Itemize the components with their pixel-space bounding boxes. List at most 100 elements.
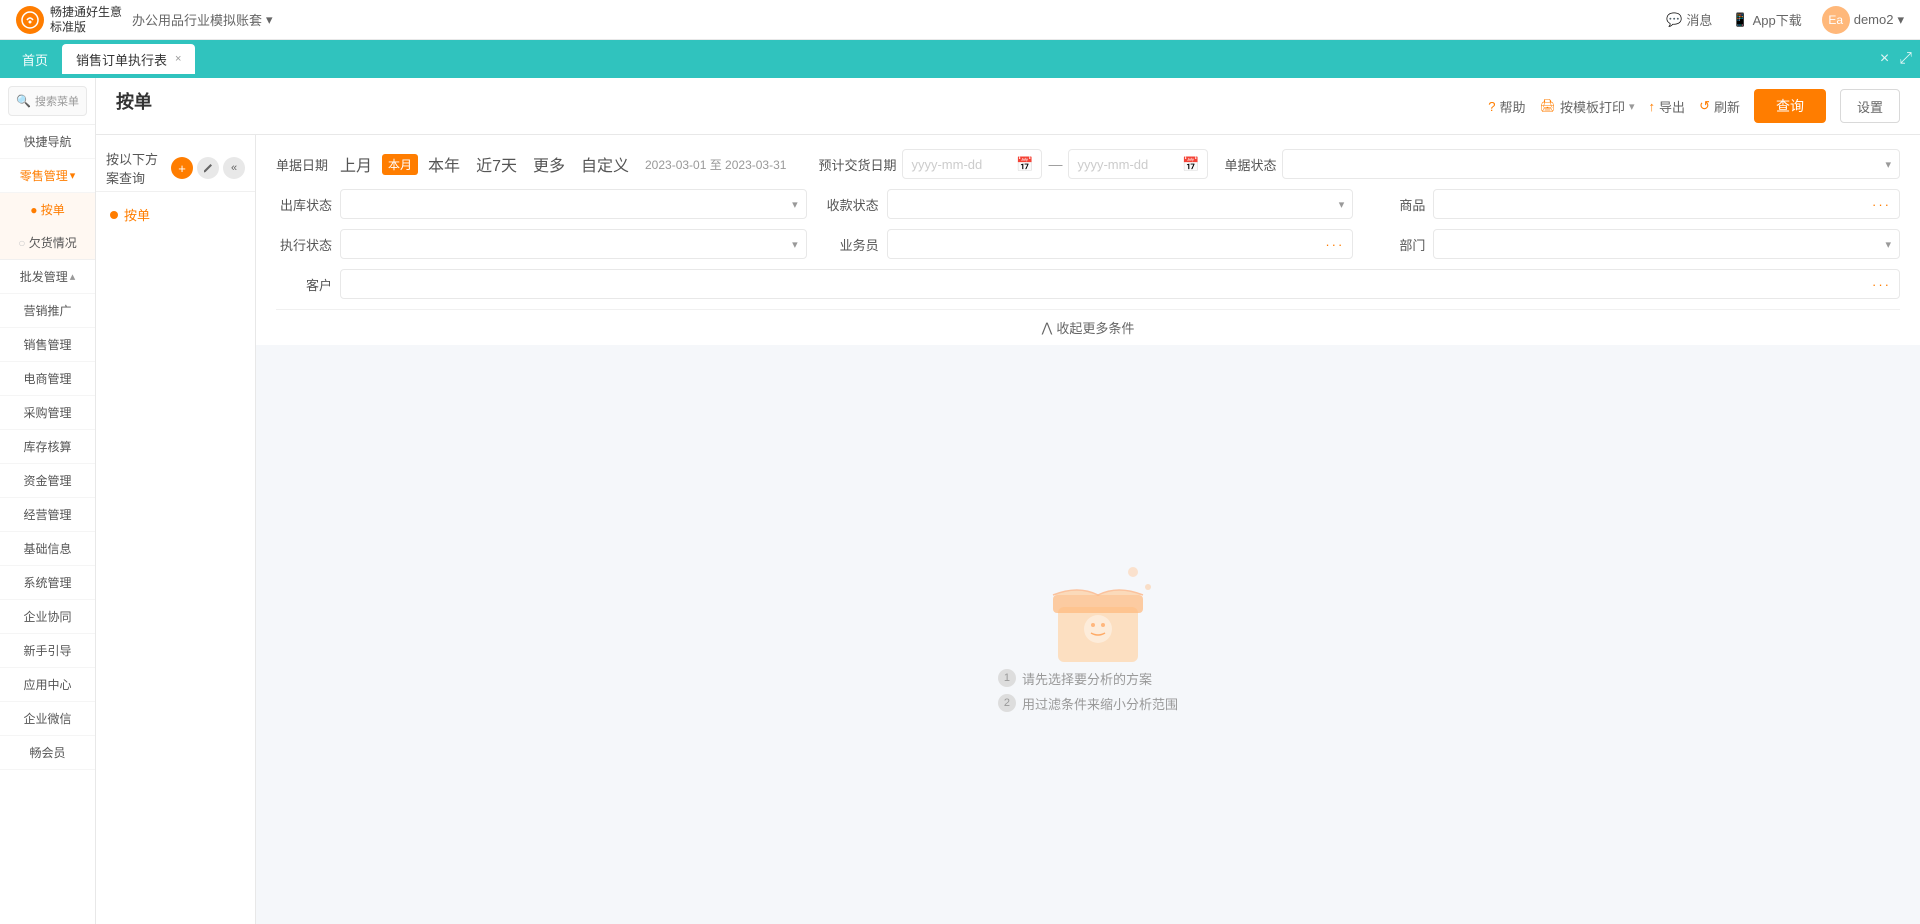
sidebar-item-inventory[interactable]: 库存核算 bbox=[0, 430, 95, 464]
avatar: Ea bbox=[1822, 6, 1850, 34]
dept-arrow-icon: ▾ bbox=[1885, 238, 1891, 251]
customer-select[interactable]: ··· bbox=[340, 269, 1900, 299]
sidebar-quick-nav[interactable]: 快捷导航 bbox=[0, 125, 95, 159]
collection-select[interactable]: ▾ bbox=[887, 189, 1354, 219]
empty-tips: 1 请先选择要分析的方案 2 用过滤条件来缩小分析范围 bbox=[998, 669, 1178, 713]
query-button[interactable]: 查询 bbox=[1754, 89, 1826, 123]
export-icon: ↑ bbox=[1649, 99, 1656, 114]
out-stock-label: 出库状态 bbox=[276, 195, 332, 214]
shortcut-last-month[interactable]: 上月 bbox=[334, 150, 378, 178]
sidebar-item-ecommerce[interactable]: 电商管理 bbox=[0, 362, 95, 396]
export-btn[interactable]: ↑ 导出 bbox=[1649, 97, 1686, 116]
user-chevron-icon: ▾ bbox=[1897, 12, 1904, 28]
customer-label: 客户 bbox=[276, 275, 332, 294]
page-title: 按单 bbox=[116, 88, 152, 124]
logo: 畅捷通好生意 标准版 bbox=[16, 5, 122, 34]
empty-illustration bbox=[1038, 557, 1138, 657]
fold-conditions-btn[interactable]: ⋀ 收起更多条件 bbox=[276, 309, 1900, 345]
sidebar-item-wholesale[interactable]: 批发管理 ▴ bbox=[0, 260, 95, 294]
edit-scheme-btn[interactable] bbox=[197, 157, 219, 179]
date-label: 单据日期 bbox=[276, 155, 328, 174]
app-download-btn[interactable]: 📱 App下载 bbox=[1732, 10, 1801, 29]
filter-dept: 部门 ▾ bbox=[1369, 229, 1900, 259]
sidebar-sub-item-by-order[interactable]: ● 按单 bbox=[0, 193, 95, 226]
print-btn[interactable]: 🖨 按模板打印 ▾ bbox=[1539, 97, 1634, 116]
tab-close-btn[interactable]: × bbox=[175, 53, 181, 65]
setting-button[interactable]: 设置 bbox=[1840, 89, 1900, 123]
collection-arrow-icon: ▾ bbox=[1339, 198, 1345, 211]
tab-expand-btn[interactable]: ⤢ bbox=[1899, 50, 1912, 68]
shortcut-7days[interactable]: 近7天 bbox=[470, 150, 523, 178]
status-arrow-icon: ▾ bbox=[1885, 158, 1891, 171]
date-dash: — bbox=[1048, 156, 1062, 172]
empty-tip-2: 2 用过滤条件来缩小分析范围 bbox=[998, 694, 1178, 713]
sidebar-sub-item-owe-goods[interactable]: ○ 欠货情况 bbox=[0, 226, 95, 259]
filter-collection: 收款状态 ▾ bbox=[823, 189, 1354, 219]
sidebar-item-operation[interactable]: 经营管理 bbox=[0, 498, 95, 532]
sidebar-item-wechat[interactable]: 企业微信 bbox=[0, 702, 95, 736]
shortcut-this-year[interactable]: 本年 bbox=[422, 150, 466, 178]
shortcut-more[interactable]: 更多 bbox=[527, 150, 571, 178]
sidebar-item-member[interactable]: 畅会员 bbox=[0, 736, 95, 770]
logo-icon bbox=[16, 6, 44, 34]
sidebar-item-purchase[interactable]: 采购管理 bbox=[0, 396, 95, 430]
filter-panel: 单据日期 上月 本月 本年 近7天 更多 自定义 2023-03-01 至 20… bbox=[256, 135, 1920, 345]
tab-sales-order[interactable]: 销售订单执行表 × bbox=[62, 44, 195, 74]
panel-title: 按以下方案查询 bbox=[106, 149, 165, 187]
sidebar-item-app-center[interactable]: 应用中心 bbox=[0, 668, 95, 702]
search-icon: 🔍 bbox=[16, 94, 31, 108]
help-icon: ? bbox=[1488, 99, 1495, 114]
customer-dots-icon: ··· bbox=[1872, 277, 1891, 292]
shortcut-this-month[interactable]: 本月 bbox=[382, 154, 418, 175]
dept-select[interactable]: ▾ bbox=[1433, 229, 1900, 259]
scheme-item-by-order[interactable]: 按单 bbox=[96, 198, 255, 231]
user-menu[interactable]: Ea demo2 ▾ bbox=[1822, 6, 1904, 34]
sidebar-item-finance[interactable]: 资金管理 bbox=[0, 464, 95, 498]
sidebar-item-retail[interactable]: 零售管理 ▾ bbox=[0, 159, 95, 193]
fold-icon: ⋀ bbox=[1042, 320, 1053, 336]
collapse-panel-btn[interactable]: « bbox=[223, 157, 245, 179]
refresh-btn[interactable]: ↺ 刷新 bbox=[1699, 97, 1740, 116]
sidebar-item-sales[interactable]: 销售管理 bbox=[0, 328, 95, 362]
predicted-date-end[interactable]: yyyy-mm-dd 📅 bbox=[1068, 149, 1208, 179]
goods-dots-icon: ··· bbox=[1872, 197, 1891, 212]
salesman-select[interactable]: ··· bbox=[887, 229, 1354, 259]
exec-status-select[interactable]: ▾ bbox=[340, 229, 807, 259]
exec-status-arrow-icon: ▾ bbox=[792, 238, 798, 251]
sidebar-item-enterprise[interactable]: 企业协同 bbox=[0, 600, 95, 634]
cal-start-icon: 📅 bbox=[1016, 156, 1033, 173]
tab-close-window-btn[interactable]: × bbox=[1880, 50, 1889, 68]
sidebar-item-marketing[interactable]: 营销推广 bbox=[0, 294, 95, 328]
empty-tip-1: 1 请先选择要分析的方案 bbox=[998, 669, 1178, 688]
message-btn[interactable]: 💬 消息 bbox=[1666, 10, 1712, 29]
date-range-text: 2023-03-01 至 2023-03-31 bbox=[645, 156, 786, 173]
tab-home[interactable]: 首页 bbox=[8, 44, 62, 74]
status-select[interactable]: ▾ bbox=[1282, 149, 1900, 179]
shortcut-custom[interactable]: 自定义 bbox=[575, 150, 635, 178]
cal-end-icon: 📅 bbox=[1182, 156, 1199, 173]
predicted-date-start[interactable]: yyyy-mm-dd 📅 bbox=[902, 149, 1042, 179]
add-scheme-btn[interactable]: + bbox=[171, 157, 193, 179]
breadcrumb[interactable]: 办公用品行业模拟账套 ▾ bbox=[132, 10, 273, 29]
sidebar-item-system[interactable]: 系统管理 bbox=[0, 566, 95, 600]
dept-label: 部门 bbox=[1369, 235, 1425, 254]
sidebar-item-basic-info[interactable]: 基础信息 bbox=[0, 532, 95, 566]
exec-status-label: 执行状态 bbox=[276, 235, 332, 254]
sidebar-search[interactable]: 🔍 搜索菜单 bbox=[0, 78, 95, 125]
help-btn[interactable]: ? 帮助 bbox=[1488, 97, 1525, 116]
empty-state: 1 请先选择要分析的方案 2 用过滤条件来缩小分析范围 bbox=[256, 345, 1920, 924]
out-stock-select[interactable]: ▾ bbox=[340, 189, 807, 219]
download-icon: 📱 bbox=[1732, 12, 1748, 28]
collection-label: 收款状态 bbox=[823, 195, 879, 214]
scheme-dot bbox=[110, 211, 118, 219]
goods-label: 商品 bbox=[1369, 195, 1425, 214]
print-arrow-icon: ▾ bbox=[1629, 100, 1635, 113]
filter-salesman: 业务员 ··· bbox=[823, 229, 1354, 259]
refresh-icon: ↺ bbox=[1699, 98, 1710, 114]
logo-text: 畅捷通好生意 标准版 bbox=[50, 5, 122, 34]
filter-out-stock: 出库状态 ▾ bbox=[276, 189, 807, 219]
goods-select[interactable]: ··· bbox=[1433, 189, 1900, 219]
filter-goods: 商品 ··· bbox=[1369, 189, 1900, 219]
sidebar-item-newbie[interactable]: 新手引导 bbox=[0, 634, 95, 668]
salesman-dots-icon: ··· bbox=[1325, 237, 1344, 252]
